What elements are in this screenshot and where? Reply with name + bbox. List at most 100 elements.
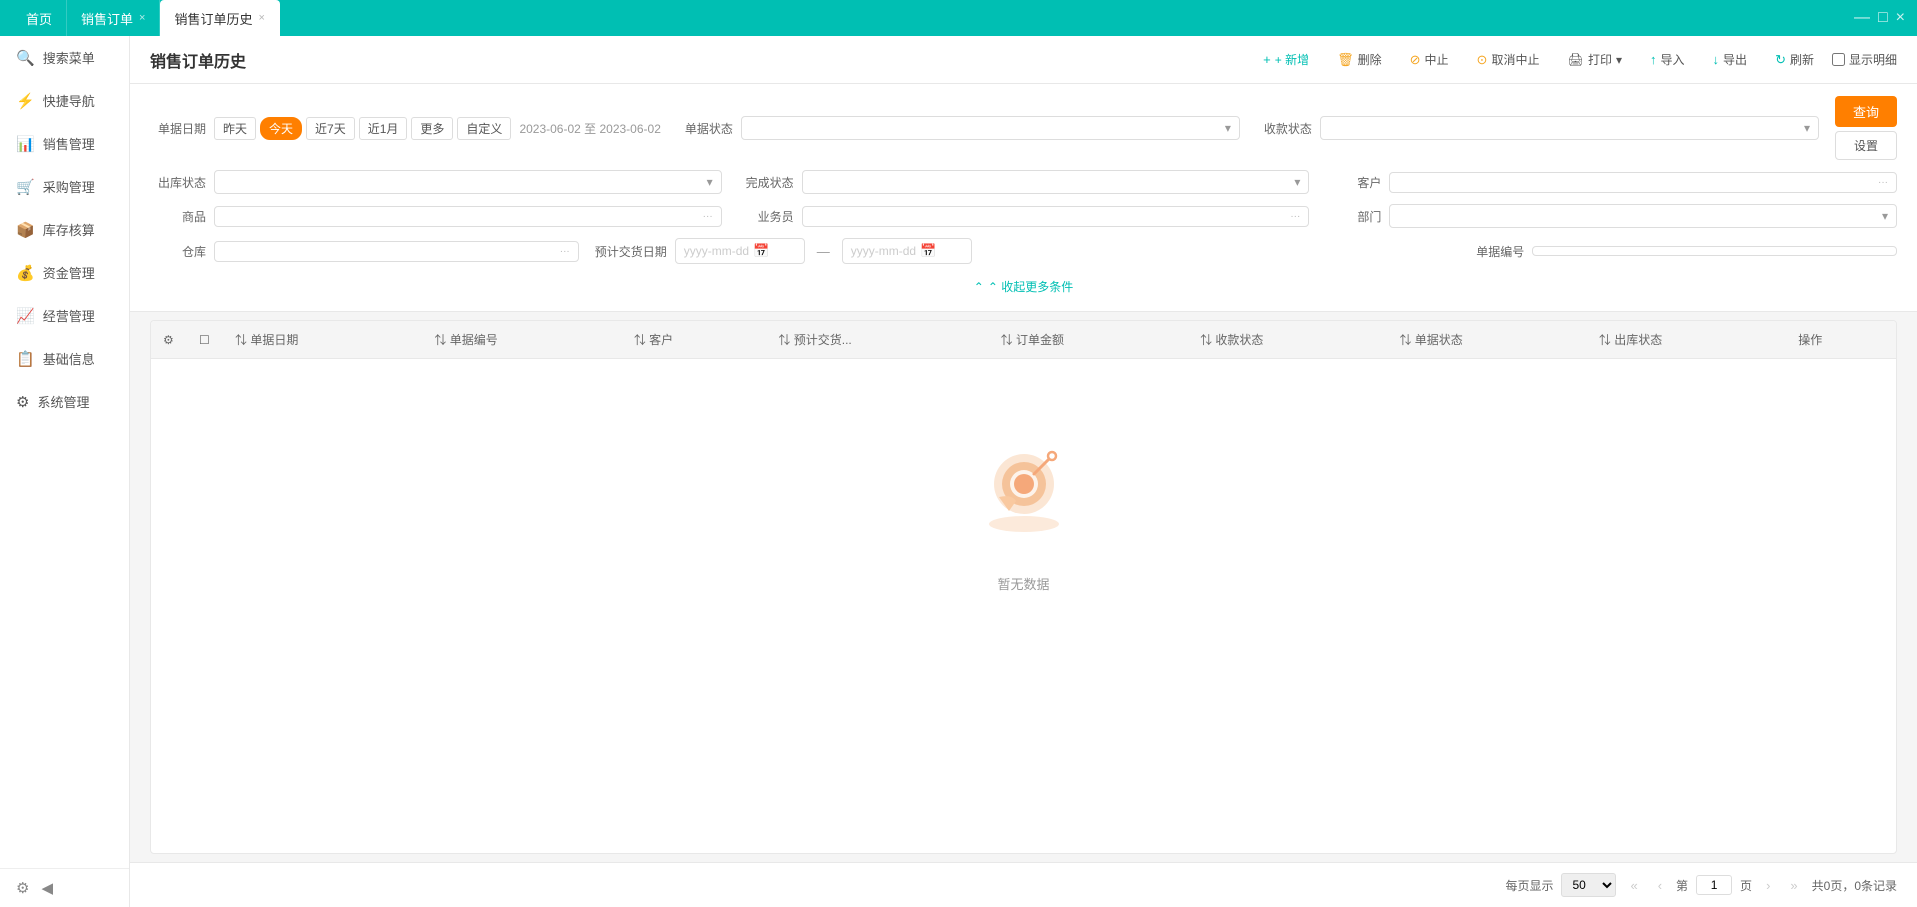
expected-date-label: 预计交货日期	[595, 243, 667, 260]
new-button[interactable]: + + 新增	[1253, 46, 1319, 73]
cancel-stop-button[interactable]: ⊙ 取消中止	[1467, 46, 1550, 73]
prev-page-button[interactable]: ‹	[1652, 876, 1668, 895]
filter-complete-status-item: 完成状态 ▾	[738, 170, 1310, 194]
th-warehouse-status[interactable]: ⇅ 出库状态	[1587, 321, 1786, 359]
tab-sales-order-history[interactable]: 销售订单历史 ×	[160, 0, 279, 36]
tab-home[interactable]: 首页	[12, 0, 67, 36]
settings-button[interactable]: 设置	[1835, 131, 1897, 160]
filter-warehouse-status-item: 出库状态 ▾	[150, 170, 722, 194]
sidebar-item-operation-mgmt[interactable]: 📈 经营管理	[0, 294, 129, 337]
page-number-input[interactable]	[1696, 875, 1732, 895]
minimize-button[interactable]: —	[1854, 9, 1870, 27]
th-no[interactable]: ⇅ 单据编号	[422, 321, 621, 359]
table-header-row: ⚙ ☐ ⇅ 单据日期 ⇅ 单据编号 ⇅ 客户 ⇅ 预计交货...	[151, 321, 1896, 359]
filter-actions: 查询 设置	[1835, 96, 1897, 160]
data-table: ⚙ ☐ ⇅ 单据日期 ⇅ 单据编号 ⇅ 客户 ⇅ 预计交货...	[151, 321, 1896, 673]
product-field[interactable]: ···	[214, 206, 722, 227]
sidebar-bottom: ⚙ ◀	[0, 868, 129, 907]
customer-dots-icon: ···	[1878, 177, 1888, 188]
sidebar-item-inventory-calc[interactable]: 📦 库存核算	[0, 208, 129, 251]
th-amount[interactable]: ⇅ 订单金额	[989, 321, 1188, 359]
import-button[interactable]: ↑ 导入	[1640, 46, 1695, 73]
filter-row-2: 出库状态 ▾ 完成状态 ▾ 客户	[150, 170, 1897, 194]
stop-button[interactable]: ⊘ 中止	[1400, 46, 1459, 73]
refresh-button[interactable]: ↻ 刷新	[1765, 46, 1824, 73]
cancel-stop-icon: ⊙	[1477, 52, 1488, 68]
salesperson-field[interactable]: ···	[802, 206, 1310, 227]
sidebar-item-system-mgmt[interactable]: ⚙ 系统管理	[0, 380, 129, 423]
order-no-field[interactable]	[1532, 246, 1897, 256]
sidebar-item-purchase-mgmt[interactable]: 🛒 采购管理	[0, 165, 129, 208]
th-date[interactable]: ⇅ 单据日期	[223, 321, 422, 359]
warehouse-status-select[interactable]: ▾	[214, 170, 722, 194]
empty-state: 暂无数据	[151, 359, 1896, 673]
table-area: ⚙ ☐ ⇅ 单据日期 ⇅ 单据编号 ⇅ 客户 ⇅ 预计交货...	[150, 320, 1897, 854]
collapse-button[interactable]: ⌃ ⌃ 收起更多条件	[974, 278, 1073, 295]
fund-mgmt-icon: 💰	[16, 264, 35, 282]
filter-expected-date-item: 预计交货日期 yyyy-mm-dd 📅 — yyyy-mm-dd 📅	[595, 238, 1453, 264]
department-select[interactable]: ▾	[1389, 204, 1897, 228]
th-checkbox[interactable]: ☐	[187, 321, 223, 359]
tab-sales-order[interactable]: 销售订单 ×	[67, 0, 160, 36]
date-btn-custom[interactable]: 自定义	[457, 117, 511, 140]
order-status-arrow-icon: ▾	[1225, 121, 1231, 135]
date-btn-today[interactable]: 今天	[260, 117, 302, 140]
first-page-button[interactable]: «	[1624, 876, 1643, 895]
display-toggle-checkbox[interactable]	[1832, 53, 1845, 66]
sidebar-collapse-icon[interactable]: ◀	[41, 879, 53, 897]
empty-icon	[974, 439, 1074, 558]
sidebar-item-fund-mgmt[interactable]: 💰 资金管理	[0, 251, 129, 294]
delete-icon: 🗑	[1337, 52, 1354, 68]
page-label: 页	[1740, 877, 1752, 894]
sidebar-item-basic-info[interactable]: 📋 基础信息	[0, 337, 129, 380]
close-window-button[interactable]: ×	[1896, 9, 1905, 27]
filter-customer-item: 客户 ···	[1325, 172, 1897, 193]
order-status-select[interactable]: ▾	[741, 116, 1240, 140]
receipt-status-label: 收款状态	[1256, 120, 1312, 137]
filter-warehouse-item: 仓库 ···	[150, 241, 579, 262]
export-icon: ↓	[1713, 52, 1720, 67]
total-info: 共0页，0条记录	[1812, 877, 1897, 894]
inventory-calc-icon: 📦	[16, 221, 35, 239]
sidebar-settings-icon[interactable]: ⚙	[16, 879, 29, 897]
th-customer[interactable]: ⇅ 客户	[622, 321, 767, 359]
product-label: 商品	[150, 208, 206, 225]
date-btn-1month[interactable]: 近1月	[359, 117, 408, 140]
complete-status-select[interactable]: ▾	[802, 170, 1310, 194]
sidebar-item-sales-mgmt[interactable]: 📊 销售管理	[0, 122, 129, 165]
delete-button[interactable]: 🗑 删除	[1327, 46, 1392, 73]
date-btn-7days[interactable]: 近7天	[306, 117, 355, 140]
warehouse-field[interactable]: ···	[214, 241, 579, 262]
complete-status-label: 完成状态	[738, 174, 794, 191]
quick-nav-icon: ⚡	[16, 92, 35, 110]
date-btn-more[interactable]: 更多	[411, 117, 453, 140]
last-page-button[interactable]: »	[1784, 876, 1803, 895]
sidebar-item-quick-nav[interactable]: ⚡ 快捷导航	[0, 79, 129, 122]
per-page-select[interactable]: 10 20 50 100	[1561, 873, 1616, 897]
maximize-button[interactable]: □	[1878, 9, 1888, 27]
customer-field[interactable]: ···	[1389, 172, 1897, 193]
date-range-text: 2023-06-02 至 2023-06-02	[519, 120, 660, 137]
receipt-status-select[interactable]: ▾	[1320, 116, 1819, 140]
th-settings[interactable]: ⚙	[151, 321, 187, 359]
th-order-status[interactable]: ⇅ 单据状态	[1387, 321, 1586, 359]
query-button[interactable]: 查询	[1835, 96, 1897, 127]
stop-icon: ⊘	[1410, 52, 1421, 68]
sidebar-item-search-menu[interactable]: 🔍 搜索菜单	[0, 36, 129, 79]
print-button[interactable]: 🖨 打印 ▾	[1557, 46, 1632, 73]
next-page-button[interactable]: ›	[1760, 876, 1776, 895]
empty-state-row: 暂无数据	[151, 359, 1896, 674]
customer-label: 客户	[1325, 174, 1381, 191]
th-receipt-status[interactable]: ⇅ 收款状态	[1188, 321, 1387, 359]
close-tab-sales-order-history[interactable]: ×	[258, 12, 264, 24]
expected-date-from-field[interactable]: yyyy-mm-dd 📅	[675, 238, 805, 264]
close-tab-sales-order[interactable]: ×	[139, 12, 145, 24]
receipt-status-arrow-icon: ▾	[1804, 121, 1810, 135]
date-btn-yesterday[interactable]: 昨天	[214, 117, 256, 140]
filter-area: 单据日期 昨天 今天 近7天 近1月 更多 自定义 2023-06-02 至 2…	[130, 84, 1917, 312]
export-button[interactable]: ↓ 导出	[1703, 46, 1758, 73]
date-separator: —	[813, 244, 834, 259]
window-controls: — □ ×	[1854, 9, 1905, 27]
th-expected-date[interactable]: ⇅ 预计交货...	[766, 321, 988, 359]
expected-date-to-field[interactable]: yyyy-mm-dd 📅	[842, 238, 972, 264]
